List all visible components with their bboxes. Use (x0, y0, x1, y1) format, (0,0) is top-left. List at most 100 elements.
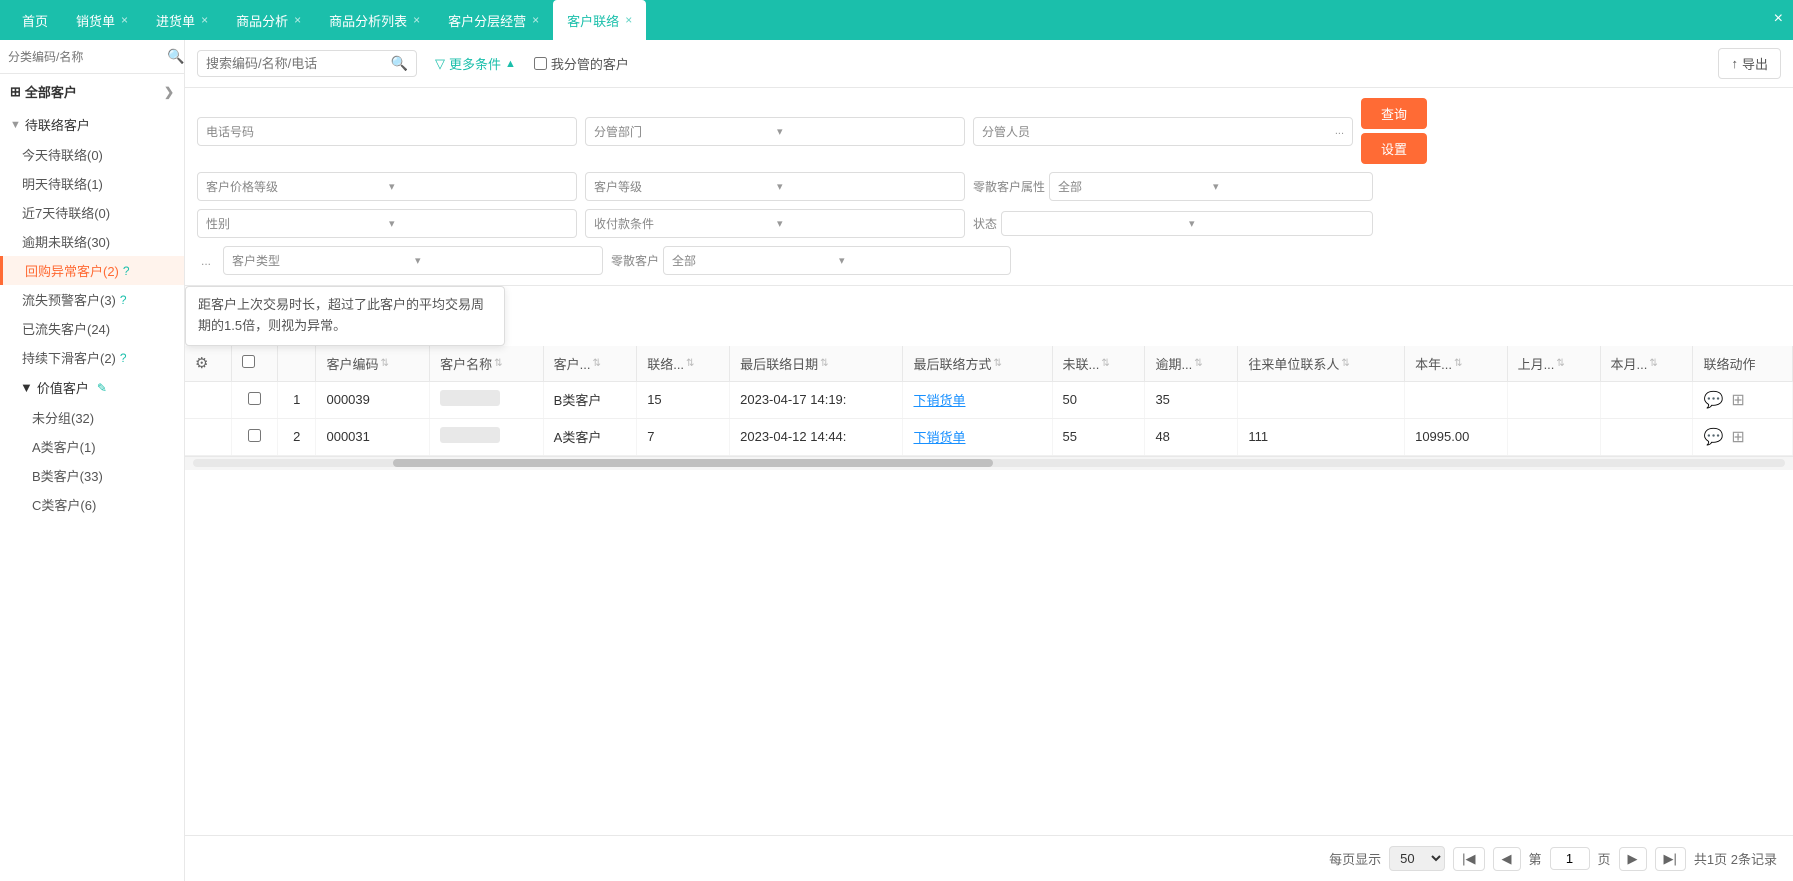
retail-customer-select[interactable]: 全部 ▾ (663, 246, 1011, 275)
my-customers-checkbox[interactable] (534, 57, 547, 70)
toolbar-search-box: 🔍 (197, 50, 417, 77)
row1-chat-icon[interactable]: 💬 (1703, 390, 1723, 410)
sidebar-item-lost-preview[interactable]: 流失预警客户(3) ? (0, 285, 184, 314)
customer-level-select[interactable]: 客户等级 ▾ (585, 172, 965, 201)
col-this-year-sort[interactable]: 本年... ⇅ (1415, 354, 1496, 373)
grid-icon: ⊞ (10, 84, 21, 100)
scrollbar-thumb[interactable] (393, 459, 993, 467)
col-category-header: 客户... ⇅ (543, 346, 637, 382)
toolbar-search-icon[interactable]: 🔍 (391, 55, 408, 72)
nav-product-analysis[interactable]: 商品分析 × (222, 0, 315, 40)
row1-checkbox[interactable] (248, 392, 261, 405)
sidebar-item-today-pending[interactable]: 今天待联络(0) (0, 140, 184, 169)
col-overdue-sort-icon: ⇅ (1194, 358, 1202, 369)
settings-button[interactable]: 设置 (1361, 133, 1427, 164)
filter-more-btn[interactable]: ... (197, 254, 215, 268)
prev-page-btn[interactable]: ◀ (1493, 847, 1521, 871)
nav-purchase-order[interactable]: 进货单 × (142, 0, 222, 40)
nav-product-analysis-list[interactable]: 商品分析列表 × (315, 0, 434, 40)
col-not-contact-sort[interactable]: 未联... ⇅ (1063, 354, 1135, 373)
branch-dept-select[interactable]: 分管部门 ▾ (585, 117, 965, 146)
select-all-checkbox[interactable] (242, 355, 255, 368)
row2-contact-method-link[interactable]: 下销货单 (913, 430, 965, 445)
nav-home[interactable]: 首页 (8, 0, 62, 40)
col-this-month-sort[interactable]: 本月... ⇅ (1611, 354, 1683, 373)
col-last-contact-method-sort[interactable]: 最后联络方式 ⇅ (913, 354, 1041, 373)
price-level-select[interactable]: 客户价格等级 ▾ (197, 172, 577, 201)
col-code-sort[interactable]: 客户编码 ⇅ (326, 354, 419, 373)
declining-info-icon[interactable]: ? (120, 351, 127, 365)
close-sales-order-icon[interactable]: × (121, 13, 128, 27)
sidebar-item-overdue-pending[interactable]: 逾期未联络(30) (0, 227, 184, 256)
sidebar-item-a-class[interactable]: A类客户(1) (10, 432, 184, 461)
page-number-input[interactable] (1550, 847, 1590, 870)
status-select[interactable]: ▾ (1001, 211, 1373, 236)
table-row: 2 000031 A类客户 7 2023-04-12 14:44: 下销货单 5… (185, 418, 1793, 455)
sidebar-item-b-class[interactable]: B类客户(33) (10, 461, 184, 490)
first-page-btn[interactable]: |◀ (1453, 847, 1484, 871)
row2-chat-icon[interactable]: 💬 (1703, 427, 1723, 447)
nav-customer-segmentation[interactable]: 客户分层经营 × (434, 0, 553, 40)
repurchase-info-icon[interactable]: ? (123, 264, 130, 278)
query-button[interactable]: 查询 (1361, 98, 1427, 129)
phone-input[interactable] (258, 124, 568, 138)
value-group-edit-icon[interactable]: ✎ (97, 381, 107, 395)
export-button[interactable]: ↑ 导出 (1718, 48, 1781, 79)
row2-grid-icon[interactable]: ⊞ (1731, 427, 1744, 447)
sidebar-item-c-class[interactable]: C类客户(6) (10, 490, 184, 519)
sidebar-collapse-btn[interactable]: ❯ (164, 85, 174, 99)
sidebar-item-already-lost[interactable]: 已流失客户(24) (0, 314, 184, 343)
sidebar-item-ungroup[interactable]: 未分组(32) (10, 403, 184, 432)
lost-preview-info-icon[interactable]: ? (120, 293, 127, 307)
close-product-analysis-icon[interactable]: × (294, 13, 301, 27)
row2-checkbox[interactable] (248, 429, 261, 442)
sidebar-search-icon[interactable]: 🔍 (167, 48, 184, 65)
row2-last-month (1507, 418, 1600, 455)
horizontal-scrollbar[interactable] (185, 456, 1793, 470)
col-overdue-sort[interactable]: 逾期... ⇅ (1155, 354, 1227, 373)
col-contact-sort[interactable]: 联络... ⇅ (647, 354, 719, 373)
sidebar-pending-title[interactable]: ▼ 待联络客户 (0, 109, 184, 140)
sidebar-item-7days-pending[interactable]: 近7天待联络(0) (0, 198, 184, 227)
col-category-sort[interactable]: 客户... ⇅ (554, 354, 627, 373)
gender-select[interactable]: 性别 ▾ (197, 209, 577, 238)
row1-grid-icon[interactable]: ⊞ (1731, 390, 1744, 410)
sidebar-search-input[interactable] (8, 50, 163, 64)
row2-name-blurred (440, 427, 500, 443)
manager-more-icon[interactable]: ... (1335, 125, 1344, 137)
manager-input[interactable] (1034, 124, 1331, 138)
col-last-contact-date-sort-icon: ⇅ (820, 358, 828, 369)
phone-field[interactable]: 电话号码 (197, 117, 577, 146)
col-company-contact-sort[interactable]: 往来单位联系人 ⇅ (1248, 354, 1394, 373)
close-customer-contact-icon[interactable]: × (625, 13, 632, 27)
manager-input-field[interactable]: 分管人员 ... (973, 117, 1353, 146)
toolbar-search-input[interactable] (206, 56, 387, 71)
table-settings-icon[interactable]: ⚙ (195, 355, 208, 372)
col-last-contact-date-header: 最后联络日期 ⇅ (730, 346, 903, 382)
window-close-button[interactable]: × (1774, 10, 1783, 28)
close-customer-segmentation-icon[interactable]: × (532, 13, 539, 27)
close-purchase-order-icon[interactable]: × (201, 13, 208, 27)
sidebar-item-tomorrow-pending[interactable]: 明天待联络(1) (0, 169, 184, 198)
more-filter-btn[interactable]: ▽ 更多条件 ▲ (427, 50, 524, 77)
col-last-contact-date-sort[interactable]: 最后联络日期 ⇅ (740, 354, 892, 373)
sidebar-item-declining[interactable]: 持续下滑客户(2) ? (0, 343, 184, 372)
sidebar-all-customers-title[interactable]: ⊞ 全部客户 ❯ (0, 74, 184, 109)
branch-dept-arrow-icon: ▾ (777, 125, 956, 138)
status-field: 状态 ▾ (973, 211, 1373, 236)
close-product-analysis-list-icon[interactable]: × (413, 13, 420, 27)
sidebar-item-repurchase-abnormal[interactable]: 回购异常客户(2) ? (0, 256, 184, 285)
retail-attr-select[interactable]: 全部 ▾ (1049, 172, 1373, 201)
next-page-btn[interactable]: ▶ (1619, 847, 1647, 871)
row1-contact-method-link[interactable]: 下销货单 (913, 393, 965, 408)
nav-customer-contact[interactable]: 客户联络 × (553, 0, 646, 40)
sidebar-value-title[interactable]: ▼ 价值客户 ✎ (10, 372, 184, 403)
per-page-select[interactable]: 50 20 100 (1389, 846, 1445, 871)
last-page-btn[interactable]: ▶| (1655, 847, 1686, 871)
col-last-month-sort[interactable]: 上月... ⇅ (1518, 354, 1590, 373)
nav-sales-order[interactable]: 销货单 × (62, 0, 142, 40)
payment-select[interactable]: 收付款条件 ▾ (585, 209, 965, 238)
customer-type-select[interactable]: 客户类型 ▾ (223, 246, 603, 275)
col-name-sort[interactable]: 客户名称 ⇅ (440, 354, 533, 373)
filter-row-1: 电话号码 分管部门 ▾ 分管人员 ... 查询 设置 (197, 98, 1781, 164)
